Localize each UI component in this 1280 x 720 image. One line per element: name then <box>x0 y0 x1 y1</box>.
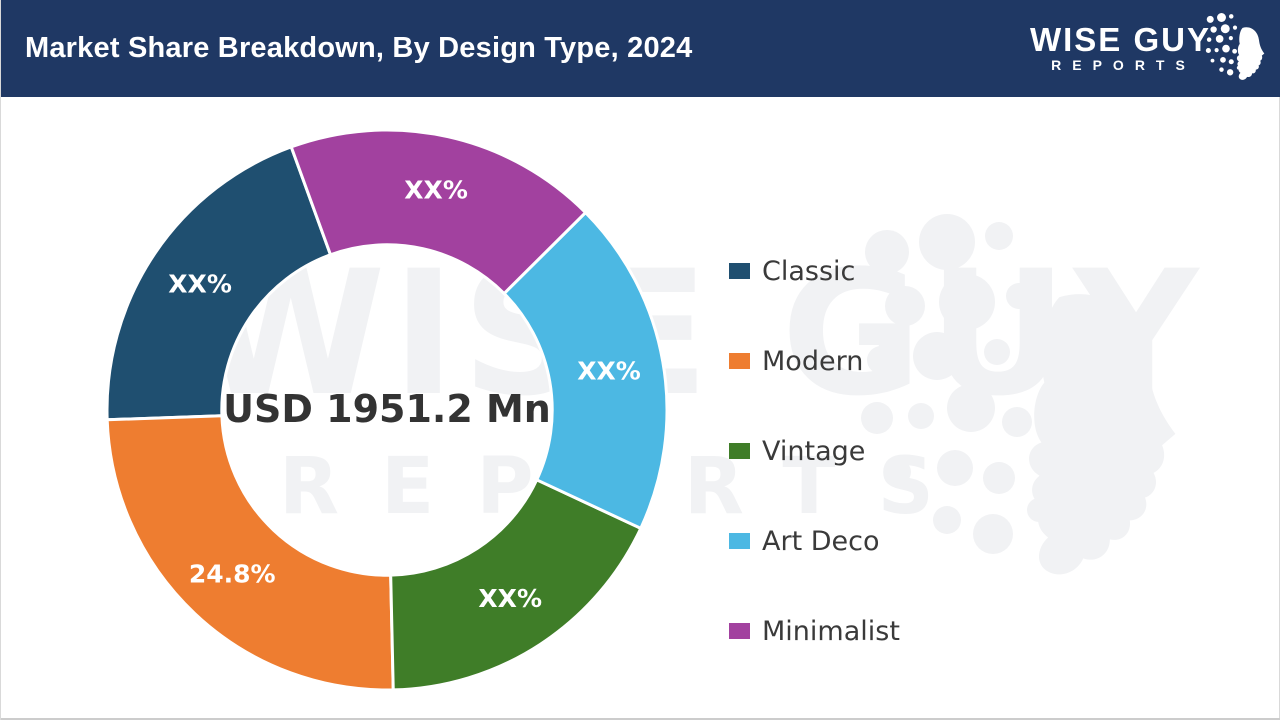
face-dot <box>985 222 1013 250</box>
face-dot <box>913 332 961 380</box>
face-dot <box>1210 58 1215 63</box>
logo-wordmark: WISE GUY <box>1029 21 1211 59</box>
face-dot <box>1206 15 1214 23</box>
face-dot <box>983 462 1015 494</box>
face-dot <box>973 514 1013 554</box>
watermark-face <box>861 214 1176 575</box>
legend-item-minimalist: Minimalist <box>729 586 900 676</box>
face-dot <box>984 339 1010 365</box>
legend-swatch-classic <box>729 263 750 279</box>
page-title: Market Share Breakdown, By Design Type, … <box>25 32 693 64</box>
logo-wordmark-reports: REPORTS <box>1051 57 1196 74</box>
slice-label-modern: 24.8% <box>189 559 276 588</box>
face-dot <box>919 214 975 270</box>
face-dot <box>1217 12 1226 22</box>
wise-guy-face-icon <box>1205 12 1265 80</box>
face-dot <box>1229 13 1234 19</box>
legend-label: Art Deco <box>762 525 880 557</box>
wise-guy-logo: WISE GUY REPORTS <box>1030 7 1265 91</box>
header-bar: Market Share Breakdown, By Design Type, … <box>1 0 1280 97</box>
face-profile <box>1236 26 1265 80</box>
face-dot <box>1232 48 1238 54</box>
face-dot <box>1228 58 1234 64</box>
legend-label: Minimalist <box>762 615 900 647</box>
slice-label-vintage: XX% <box>478 584 542 613</box>
face-dot <box>1232 25 1238 30</box>
slice-label-classic: XX% <box>168 270 232 299</box>
legend-item-art-deco: Art Deco <box>729 496 900 586</box>
legend-item-classic: Classic <box>729 226 900 316</box>
face-dot <box>1220 56 1226 63</box>
face-dot <box>1226 68 1234 75</box>
face-profile <box>1029 294 1176 575</box>
face-dot <box>1205 47 1211 53</box>
face-dot <box>1006 283 1032 309</box>
donut-segment-modern <box>105 414 395 692</box>
slice-label-minimalist: XX% <box>404 176 468 205</box>
face-dot <box>1206 36 1212 42</box>
face-dot <box>1214 47 1219 52</box>
face-dot <box>1219 66 1224 72</box>
legend-swatch-vintage <box>729 443 750 459</box>
face-dot <box>939 274 995 330</box>
legend-swatch-minimalist <box>729 623 750 639</box>
face-dot <box>1222 44 1230 52</box>
legend-item-modern: Modern <box>729 316 900 406</box>
legend-label: Classic <box>762 255 856 287</box>
face-dot <box>937 450 973 486</box>
face-dot <box>1220 23 1230 33</box>
legend: Classic Modern Vintage Art Deco Minimalist <box>729 226 900 676</box>
slice-label-art-deco: XX% <box>577 357 641 386</box>
face-dot <box>908 403 934 429</box>
face-dot <box>933 506 961 534</box>
face-dot <box>1228 35 1233 40</box>
legend-label: Modern <box>762 345 864 377</box>
center-value-label: USD 1951.2 Mn <box>223 387 551 431</box>
wise-guy-logo-text: WISE GUY REPORTS <box>1030 23 1211 73</box>
legend-label: Vintage <box>762 435 866 467</box>
face-dot <box>1215 34 1224 43</box>
legend-item-vintage: Vintage <box>729 406 900 496</box>
face-dot <box>947 384 995 432</box>
face-dot <box>1002 407 1032 437</box>
face-dot <box>1210 25 1217 33</box>
legend-swatch-modern <box>729 353 750 369</box>
legend-swatch-art-deco <box>729 533 750 549</box>
